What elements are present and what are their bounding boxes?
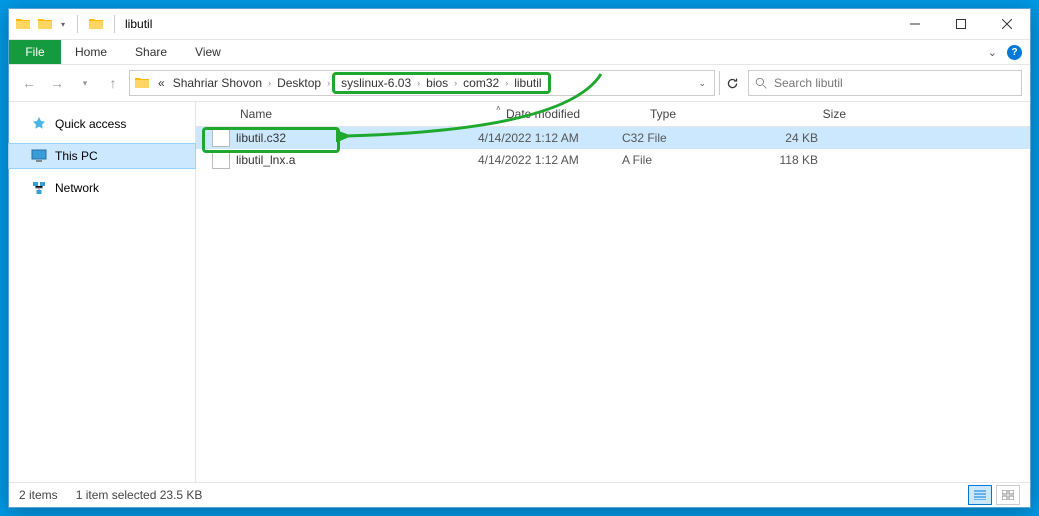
file-icon	[212, 151, 230, 169]
file-size: 118 KB	[738, 153, 830, 167]
app-folder-icon	[88, 16, 104, 32]
file-type: A File	[622, 153, 738, 167]
breadcrumb-segment[interactable]: libutil	[510, 76, 545, 90]
navigation-pane: Quick access This PC Network	[9, 102, 196, 482]
folder-icon	[15, 16, 31, 32]
search-icon	[755, 77, 768, 90]
quick-access-toolbar: ▾	[9, 15, 119, 33]
chevron-right-icon[interactable]: ›	[415, 78, 422, 88]
sidebar-item-label: Quick access	[55, 117, 126, 131]
sidebar-item-quick-access[interactable]: Quick access	[9, 112, 195, 136]
view-tab[interactable]: View	[181, 40, 235, 64]
file-date: 4/14/2022 1:12 AM	[478, 153, 622, 167]
column-header-type[interactable]: Type	[650, 107, 766, 121]
chevron-right-icon[interactable]: ›	[452, 78, 459, 88]
breadcrumb-segment[interactable]: syslinux-6.03	[337, 76, 415, 90]
back-button[interactable]: ←	[17, 71, 41, 95]
maximize-button[interactable]	[938, 9, 984, 39]
sidebar-item-label: This PC	[55, 149, 98, 163]
address-dropdown-icon[interactable]: ⌄	[698, 78, 706, 89]
status-item-count: 2 items	[19, 488, 58, 502]
toolbar-dropdown-icon[interactable]: ▾	[59, 20, 67, 29]
file-icon	[212, 129, 230, 147]
file-row[interactable]: libutil_lnx.a 4/14/2022 1:12 AM A File 1…	[196, 149, 1030, 171]
file-type: C32 File	[622, 131, 738, 145]
refresh-button[interactable]	[719, 71, 744, 95]
file-row[interactable]: libutil.c32 4/14/2022 1:12 AM C32 File 2…	[196, 127, 1030, 149]
home-tab[interactable]: Home	[61, 40, 121, 64]
address-bar[interactable]: « Shahriar Shovon › Desktop › syslinux-6…	[129, 70, 715, 96]
file-tab[interactable]: File	[9, 40, 61, 64]
status-bar: 2 items 1 item selected 23.5 KB	[9, 482, 1030, 507]
star-icon	[31, 116, 47, 132]
chevron-right-icon[interactable]: ›	[503, 78, 510, 88]
status-selection: 1 item selected 23.5 KB	[76, 488, 203, 502]
file-list-pane: ˄ Name Date modified Type Size libutil.c…	[196, 102, 1030, 482]
search-placeholder: Search libutil	[774, 76, 843, 90]
close-button[interactable]	[984, 9, 1030, 39]
sort-indicator-icon: ˄	[496, 104, 501, 113]
explorer-window: ▾ libutil File Home Share View ⌄ ? ← → ▾…	[8, 8, 1031, 508]
titlebar: ▾ libutil	[9, 9, 1030, 40]
recent-dropdown-icon[interactable]: ▾	[73, 71, 97, 95]
file-name: libutil_lnx.a	[236, 153, 295, 167]
column-header-size[interactable]: Size	[766, 107, 858, 121]
file-name: libutil.c32	[236, 131, 286, 145]
ribbon-collapse-icon[interactable]: ⌄	[988, 46, 997, 59]
breadcrumb-segment[interactable]: com32	[459, 76, 503, 90]
address-row: ← → ▾ ↑ « Shahriar Shovon › Desktop › sy…	[9, 65, 1030, 102]
breadcrumb-segment[interactable]: Desktop	[273, 76, 325, 90]
sidebar-item-network[interactable]: Network	[9, 176, 195, 200]
highlighted-path: syslinux-6.03 › bios › com32 › libutil	[332, 72, 550, 94]
chevron-right-icon[interactable]: ›	[266, 78, 273, 88]
folder-icon	[134, 75, 150, 91]
window-title: libutil	[119, 17, 152, 31]
column-headers: ˄ Name Date modified Type Size	[196, 102, 1030, 127]
help-icon[interactable]: ?	[1007, 45, 1022, 60]
network-icon	[31, 180, 47, 196]
sidebar-item-label: Network	[55, 181, 99, 195]
breadcrumb-prefix[interactable]: «	[154, 76, 169, 90]
ribbon-tabs: File Home Share View ⌄ ?	[9, 40, 1030, 65]
column-header-name[interactable]: Name	[196, 107, 506, 121]
up-button[interactable]: ↑	[101, 71, 125, 95]
share-tab[interactable]: Share	[121, 40, 181, 64]
thumbnails-view-button[interactable]	[996, 485, 1020, 505]
folder-icon	[37, 16, 53, 32]
forward-button[interactable]: →	[45, 71, 69, 95]
monitor-icon	[31, 148, 47, 164]
breadcrumb-segment[interactable]: bios	[422, 76, 452, 90]
chevron-right-icon[interactable]: ›	[325, 78, 332, 88]
search-input[interactable]: Search libutil	[748, 70, 1022, 96]
column-header-date[interactable]: Date modified	[506, 107, 650, 121]
details-view-button[interactable]	[968, 485, 992, 505]
file-date: 4/14/2022 1:12 AM	[478, 131, 622, 145]
minimize-button[interactable]	[892, 9, 938, 39]
file-size: 24 KB	[738, 131, 830, 145]
breadcrumb-segment[interactable]: Shahriar Shovon	[169, 76, 266, 90]
sidebar-item-this-pc[interactable]: This PC	[9, 144, 195, 168]
window-controls	[892, 9, 1030, 39]
